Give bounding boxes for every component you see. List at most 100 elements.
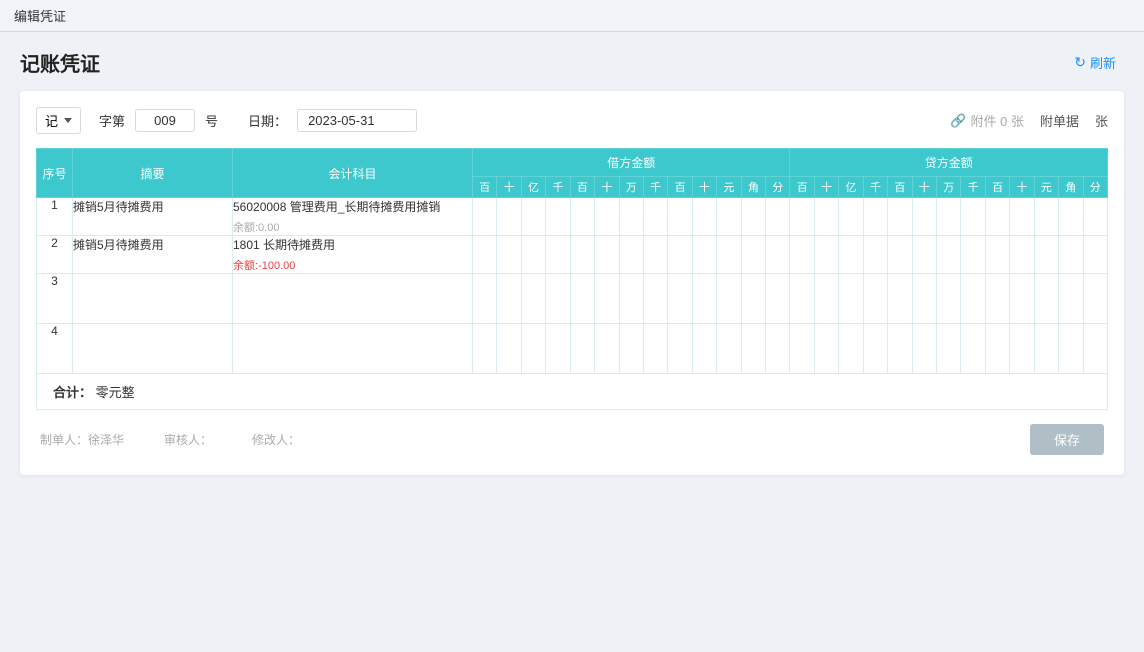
row4-d13[interactable] [766, 324, 790, 374]
row4-c12[interactable] [1059, 324, 1083, 374]
voucher-number-input[interactable] [135, 109, 195, 132]
row4-c13[interactable] [1083, 324, 1107, 374]
row4-d12[interactable] [741, 324, 765, 374]
row4-d8[interactable] [643, 324, 667, 374]
row4-account[interactable] [233, 324, 473, 374]
row4-c5[interactable] [888, 324, 912, 374]
row4-d9[interactable] [668, 324, 692, 374]
row1-d1[interactable] [473, 198, 497, 236]
row1-d10[interactable] [692, 198, 716, 236]
row2-d12[interactable] [741, 236, 765, 274]
row1-d12[interactable] [741, 198, 765, 236]
row4-d3[interactable] [521, 324, 545, 374]
row4-c2[interactable] [814, 324, 838, 374]
row3-d9[interactable] [668, 274, 692, 324]
row4-d1[interactable] [473, 324, 497, 374]
row2-d1[interactable] [473, 236, 497, 274]
row4-d10[interactable] [692, 324, 716, 374]
row3-c5[interactable] [888, 274, 912, 324]
row4-c11[interactable] [1034, 324, 1058, 374]
row2-c6[interactable] [912, 236, 936, 274]
row1-c4[interactable] [863, 198, 887, 236]
row3-d7[interactable] [619, 274, 643, 324]
row1-c7[interactable] [937, 198, 961, 236]
row2-c13[interactable] [1083, 236, 1107, 274]
row1-d2[interactable] [497, 198, 521, 236]
row3-c11[interactable] [1034, 274, 1058, 324]
row4-c1[interactable] [790, 324, 814, 374]
row1-c3[interactable] [839, 198, 863, 236]
row3-c9[interactable] [985, 274, 1009, 324]
row4-c4[interactable] [863, 324, 887, 374]
row2-d6[interactable] [595, 236, 619, 274]
row2-c7[interactable] [937, 236, 961, 274]
row1-c8[interactable] [961, 198, 985, 236]
row2-d5[interactable] [570, 236, 594, 274]
row1-d7[interactable] [619, 198, 643, 236]
row1-c6[interactable] [912, 198, 936, 236]
row2-d2[interactable] [497, 236, 521, 274]
row1-d3[interactable] [521, 198, 545, 236]
row2-d9[interactable] [668, 236, 692, 274]
row1-d13[interactable] [766, 198, 790, 236]
row1-summary[interactable]: 摊销5月待摊费用 [73, 198, 233, 236]
row3-d2[interactable] [497, 274, 521, 324]
row1-d4[interactable] [546, 198, 570, 236]
row4-d6[interactable] [595, 324, 619, 374]
row3-c6[interactable] [912, 274, 936, 324]
row4-d4[interactable] [546, 324, 570, 374]
row3-c13[interactable] [1083, 274, 1107, 324]
row2-c3[interactable] [839, 236, 863, 274]
row2-d8[interactable] [643, 236, 667, 274]
row4-c9[interactable] [985, 324, 1009, 374]
row2-d7[interactable] [619, 236, 643, 274]
row1-c2[interactable] [814, 198, 838, 236]
row1-c1[interactable] [790, 198, 814, 236]
row3-d10[interactable] [692, 274, 716, 324]
row3-d13[interactable] [766, 274, 790, 324]
row1-c9[interactable] [985, 198, 1009, 236]
row2-d13[interactable] [766, 236, 790, 274]
date-input[interactable] [297, 109, 417, 132]
row2-summary[interactable]: 摊销5月待摊费用 [73, 236, 233, 274]
row1-d11[interactable] [717, 198, 741, 236]
row3-c1[interactable] [790, 274, 814, 324]
row2-c11[interactable] [1034, 236, 1058, 274]
row4-c10[interactable] [1010, 324, 1034, 374]
row2-d4[interactable] [546, 236, 570, 274]
row4-d7[interactable] [619, 324, 643, 374]
row2-c10[interactable] [1010, 236, 1034, 274]
row4-summary[interactable] [73, 324, 233, 374]
row1-d5[interactable] [570, 198, 594, 236]
row1-c12[interactable] [1059, 198, 1083, 236]
save-button[interactable]: 保存 [1030, 424, 1104, 455]
row4-c7[interactable] [937, 324, 961, 374]
row3-c2[interactable] [814, 274, 838, 324]
row2-c1[interactable] [790, 236, 814, 274]
row2-c5[interactable] [888, 236, 912, 274]
row3-c12[interactable] [1059, 274, 1083, 324]
row1-c11[interactable] [1034, 198, 1058, 236]
row3-c8[interactable] [961, 274, 985, 324]
row3-c3[interactable] [839, 274, 863, 324]
row4-d11[interactable] [717, 324, 741, 374]
row3-d4[interactable] [546, 274, 570, 324]
row1-d9[interactable] [668, 198, 692, 236]
row2-c4[interactable] [863, 236, 887, 274]
row3-d6[interactable] [595, 274, 619, 324]
dan-ju-button[interactable]: 附单据 [1040, 111, 1079, 130]
row4-d2[interactable] [497, 324, 521, 374]
row3-d11[interactable] [717, 274, 741, 324]
row3-d12[interactable] [741, 274, 765, 324]
refresh-button[interactable]: ↻ 刷新 [1066, 49, 1124, 76]
row1-c13[interactable] [1083, 198, 1107, 236]
row3-c7[interactable] [937, 274, 961, 324]
row2-account[interactable]: 1801 长期待摊费用 余额:-100.00 [233, 236, 473, 274]
row3-account[interactable] [233, 274, 473, 324]
row1-account[interactable]: 56020008 管理费用_长期待摊费用摊销 余额:0.00 [233, 198, 473, 236]
row3-d5[interactable] [570, 274, 594, 324]
row3-summary[interactable] [73, 274, 233, 324]
row1-d6[interactable] [595, 198, 619, 236]
row1-c10[interactable] [1010, 198, 1034, 236]
row2-d3[interactable] [521, 236, 545, 274]
